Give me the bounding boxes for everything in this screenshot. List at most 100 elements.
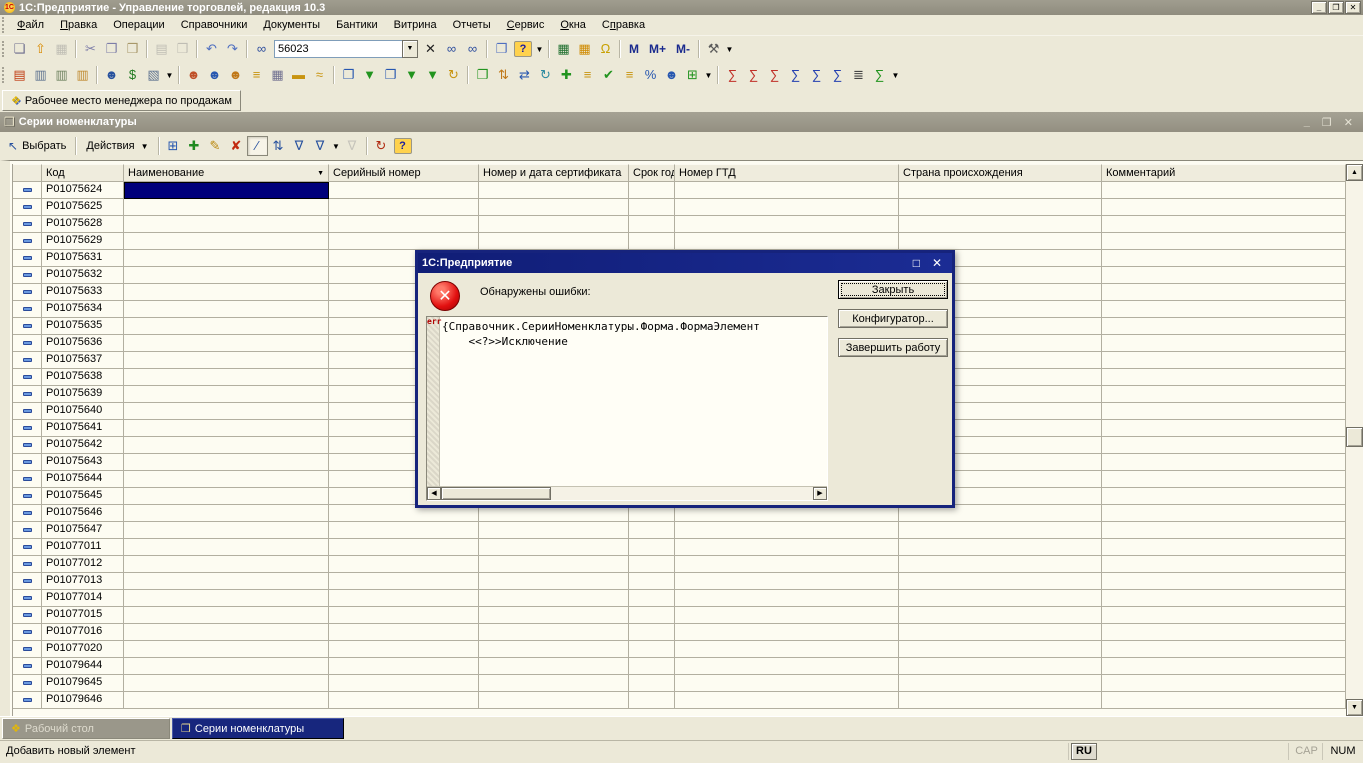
menu-item-Сервис[interactable]: Сервис bbox=[499, 16, 553, 34]
cell-Наименование[interactable] bbox=[124, 454, 329, 471]
scroll-right-icon[interactable]: ▶ bbox=[813, 487, 827, 500]
cell-Страна происхождения[interactable] bbox=[899, 641, 1102, 658]
column-header-Наименование[interactable]: Наименование ▼ bbox=[124, 164, 329, 182]
vertical-scrollbar[interactable]: ▲ ▼ bbox=[1346, 164, 1363, 716]
temporary-lock-icon[interactable]: Ω bbox=[595, 39, 616, 59]
cell-Код[interactable]: P01075644 bbox=[42, 471, 124, 488]
cell-Номер ГТД[interactable] bbox=[675, 607, 899, 624]
cell-Номер и дата сертификата[interactable] bbox=[479, 539, 629, 556]
calculator-icon[interactable]: ▦ bbox=[553, 39, 574, 59]
cell-Номер и дата сертификата[interactable] bbox=[479, 607, 629, 624]
delete-row-icon[interactable]: ✘ bbox=[226, 136, 247, 156]
paste-icon[interactable]: ❒ bbox=[122, 39, 143, 59]
cell-Номер ГТД[interactable] bbox=[675, 556, 899, 573]
cell-Код[interactable]: P01075632 bbox=[42, 267, 124, 284]
coin-doc-icon[interactable]: ≡ bbox=[577, 65, 598, 85]
new-document-icon[interactable]: ❏ bbox=[9, 39, 30, 59]
menu-item-Справка[interactable]: Справка bbox=[594, 16, 653, 34]
scroll-up-icon[interactable]: ▲ bbox=[1346, 164, 1363, 181]
cell-Номер ГТД[interactable] bbox=[675, 658, 899, 675]
money-icon[interactable]: ▬ bbox=[288, 65, 309, 85]
cell-Код[interactable]: P01075639 bbox=[42, 386, 124, 403]
cell-Комментарий[interactable] bbox=[1102, 301, 1346, 318]
cell-Страна происхождения[interactable] bbox=[899, 692, 1102, 709]
cell-Серийный номер[interactable] bbox=[329, 556, 479, 573]
menu-item-Операции[interactable]: Операции bbox=[105, 16, 172, 34]
payment-turnover-icon[interactable]: ↻ bbox=[443, 65, 464, 85]
chevron-down-icon[interactable]: ▼ bbox=[724, 45, 735, 54]
sum-person-3-icon[interactable]: ∑ bbox=[764, 65, 785, 85]
cell-Код[interactable]: P01077011 bbox=[42, 539, 124, 556]
cut-icon[interactable]: ✂ bbox=[80, 39, 101, 59]
cell-Комментарий[interactable] bbox=[1102, 335, 1346, 352]
close-error-button[interactable]: Закрыть bbox=[838, 280, 948, 299]
scroll-left-icon[interactable]: ◀ bbox=[427, 487, 441, 500]
cell-Номер ГТД[interactable] bbox=[675, 216, 899, 233]
table-row[interactable]: P01077011 bbox=[13, 539, 1346, 556]
select-button[interactable]: ↖ Выбрать bbox=[2, 136, 72, 156]
cell-Страна происхождения[interactable] bbox=[899, 556, 1102, 573]
tab-sales-manager-workplace[interactable]: ❖ Рабочее место менеджера по продажам bbox=[2, 90, 241, 111]
cell-Комментарий[interactable] bbox=[1102, 556, 1346, 573]
cell-Наименование[interactable] bbox=[124, 318, 329, 335]
cell-Наименование[interactable] bbox=[124, 488, 329, 505]
coins-flow-icon[interactable]: ≈ bbox=[309, 65, 330, 85]
cell-Комментарий[interactable] bbox=[1102, 216, 1346, 233]
cell-Серийный номер[interactable] bbox=[329, 522, 479, 539]
cell-Номер ГТД[interactable] bbox=[675, 573, 899, 590]
add-copy-icon[interactable]: ✚ bbox=[184, 136, 205, 156]
table-row[interactable]: P01077012 bbox=[13, 556, 1346, 573]
column-header-Срок годнос...[interactable]: Срок годнос... bbox=[629, 164, 675, 182]
cell-Комментарий[interactable] bbox=[1102, 233, 1346, 250]
open-document-icon[interactable]: ⇧ bbox=[30, 39, 51, 59]
cell-Комментарий[interactable] bbox=[1102, 369, 1346, 386]
cell-Номер ГТД[interactable] bbox=[675, 692, 899, 709]
chart-arrow-icon[interactable]: ⇅ bbox=[493, 65, 514, 85]
cell-Срок годнос...[interactable] bbox=[629, 624, 675, 641]
tree-structure-icon[interactable]: ⊞ bbox=[682, 65, 703, 85]
table-row[interactable]: P01079645 bbox=[13, 675, 1346, 692]
about-1c-icon[interactable]: ? bbox=[514, 41, 532, 57]
table-row[interactable]: P01075647 bbox=[13, 522, 1346, 539]
sum-cube-2-icon[interactable]: ∑ bbox=[806, 65, 827, 85]
cell-Номер ГТД[interactable] bbox=[675, 199, 899, 216]
insert-row-icon[interactable]: ⊞ bbox=[163, 136, 184, 156]
sum-person-1-icon[interactable]: ∑ bbox=[722, 65, 743, 85]
catalog-cabinet-icon[interactable]: ▤ bbox=[9, 65, 30, 85]
scroll-down-icon[interactable]: ▼ bbox=[1346, 699, 1363, 716]
cell-Код[interactable]: P01075636 bbox=[42, 335, 124, 352]
cell-Серийный номер[interactable] bbox=[329, 573, 479, 590]
buyer-icon[interactable]: ☻ bbox=[183, 65, 204, 85]
cell-Наименование[interactable] bbox=[124, 675, 329, 692]
cell-Код[interactable]: P01075645 bbox=[42, 488, 124, 505]
dialog-maximize-button[interactable]: □ bbox=[907, 256, 926, 270]
exit-button[interactable]: Завершить работу bbox=[838, 338, 948, 357]
cell-Комментарий[interactable] bbox=[1102, 420, 1346, 437]
cell-Серийный номер[interactable] bbox=[329, 199, 479, 216]
deletion-mark-toggle-icon[interactable]: ∕ bbox=[246, 136, 268, 156]
doc-coin-icon[interactable]: ❐ bbox=[472, 65, 493, 85]
menu-item-Бантики[interactable]: Бантики bbox=[328, 16, 386, 34]
toolbar-grip[interactable] bbox=[2, 41, 5, 57]
cell-Номер и дата сертификата[interactable] bbox=[479, 641, 629, 658]
column-header-Комментарий[interactable]: Комментарий bbox=[1102, 164, 1346, 182]
cell-Серийный номер[interactable] bbox=[329, 590, 479, 607]
cell-Комментарий[interactable] bbox=[1102, 641, 1346, 658]
cell-Срок годнос...[interactable] bbox=[629, 658, 675, 675]
language-indicator[interactable]: RU bbox=[1071, 743, 1097, 760]
goods-issue-icon[interactable]: ▼ bbox=[422, 65, 443, 85]
scrollbar-thumb[interactable] bbox=[1346, 427, 1363, 447]
series-minimize-button[interactable]: _ bbox=[1298, 116, 1316, 128]
cell-Код[interactable]: P01075643 bbox=[42, 454, 124, 471]
cell-Номер и дата сертификата[interactable] bbox=[479, 573, 629, 590]
cell-Комментарий[interactable] bbox=[1102, 505, 1346, 522]
cell-Наименование[interactable] bbox=[124, 182, 329, 199]
horizontal-scrollbar[interactable]: ◀ ▶ bbox=[427, 486, 827, 500]
series-restore-button[interactable]: ❐ bbox=[1316, 116, 1338, 129]
find-next-icon[interactable]: ∞ bbox=[441, 39, 462, 59]
table-row[interactable]: P01077020 bbox=[13, 641, 1346, 658]
cell-Срок годнос...[interactable] bbox=[629, 182, 675, 199]
series-close-button[interactable]: ✕ bbox=[1338, 116, 1359, 129]
cell-Код[interactable]: P01077013 bbox=[42, 573, 124, 590]
cell-Номер и дата сертификата[interactable] bbox=[479, 233, 629, 250]
